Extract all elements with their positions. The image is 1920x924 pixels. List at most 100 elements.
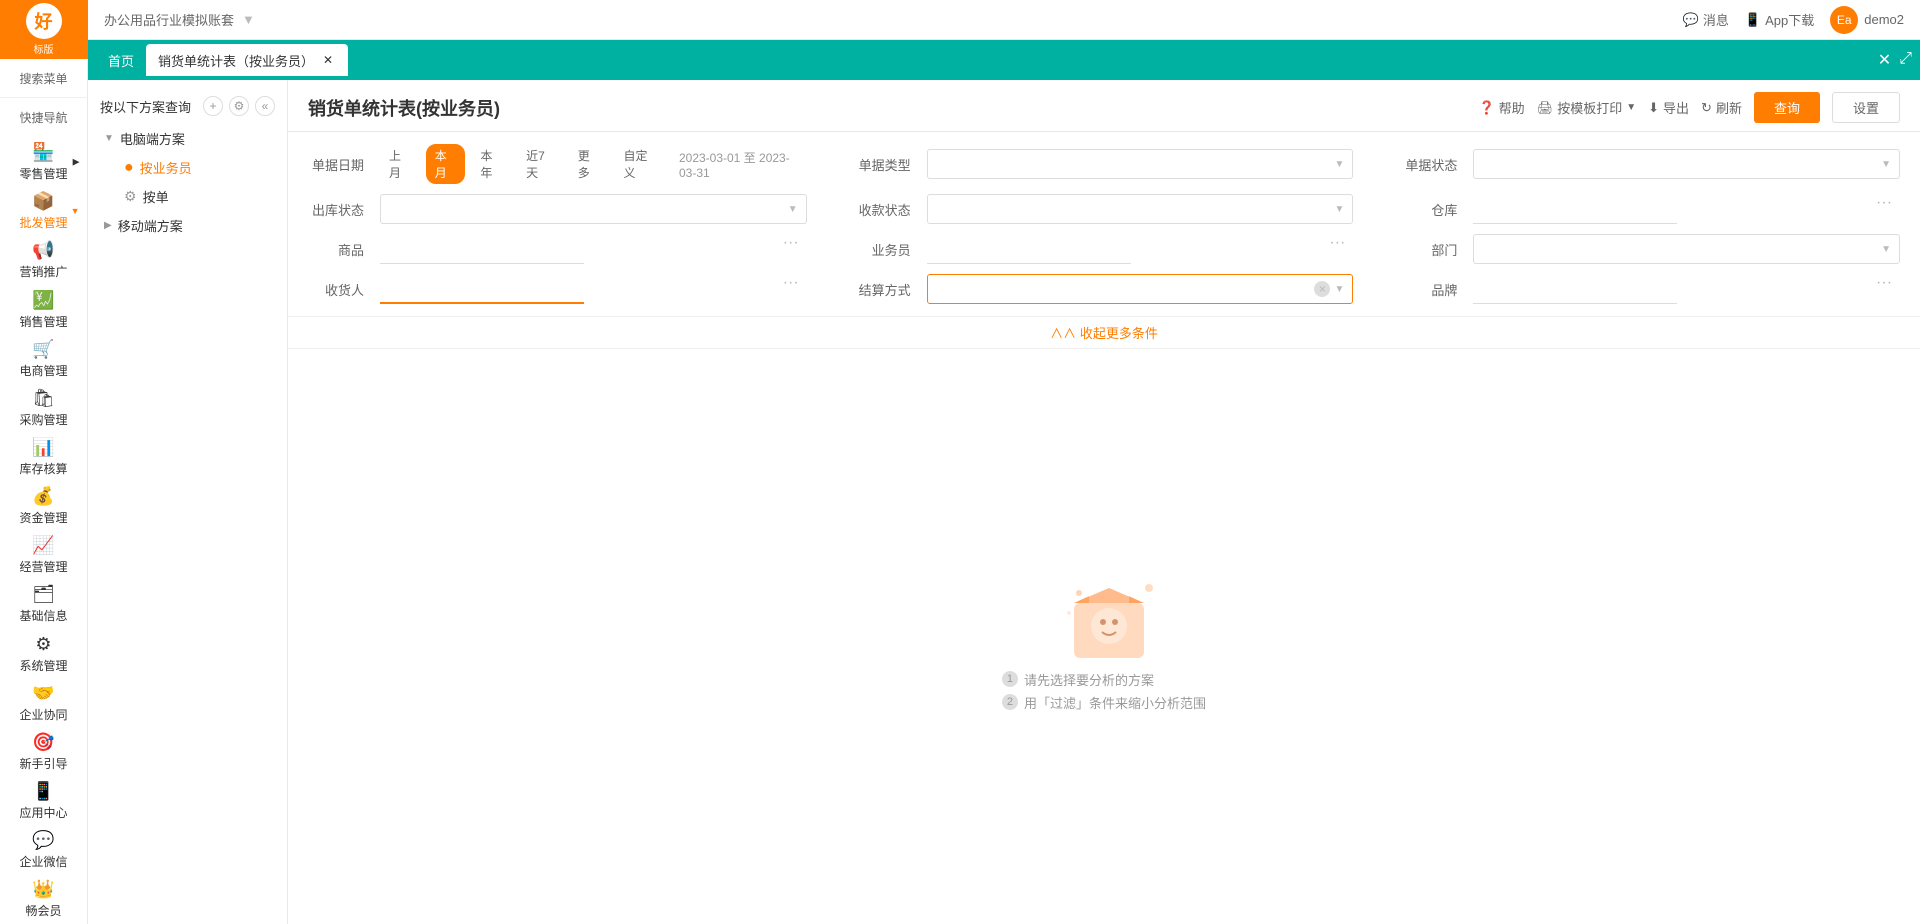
sidebar-item-label: 企业协同 (19, 706, 67, 723)
date-this-month[interactable]: 本月 (426, 144, 466, 184)
query-button[interactable]: 查询 (1754, 92, 1820, 123)
tree-by-salesperson[interactable]: ● 按业务员 (116, 153, 287, 182)
search-menu[interactable]: 搜索菜单 (0, 59, 88, 98)
chevron-right-icon: ▶ (73, 157, 80, 168)
payment-status-label: 收款状态 (855, 200, 911, 219)
doc-status-select[interactable]: ▼ (1473, 149, 1900, 179)
left-panel-title: 按以下方案查询 + ⚙ « (88, 92, 287, 120)
tree-mobile[interactable]: ▶ 移动端方案 (88, 211, 287, 240)
help-btn[interactable]: ❓ 帮助 (1478, 98, 1524, 117)
page-body: 按以下方案查询 + ⚙ « ▼ 电脑端方案 ● 按业务员 (88, 80, 1920, 924)
date-control: 上月 本月 本年 近7天 更多 自定义 2023-03-01 至 2023-03… (380, 144, 807, 184)
tree-desktop-children: ● 按业务员 ⚙ 按单 (88, 153, 287, 211)
tab-sales-stat[interactable]: 销货单统计表（按业务员） ✕ (146, 44, 348, 76)
sidebar-item-marketing[interactable]: 📢 营销推广 (0, 236, 88, 285)
sidebar-item-wholesale[interactable]: 📦 批发管理 ▼ (0, 187, 88, 236)
page-title: 销货单统计表(按业务员) (308, 95, 500, 121)
department-select[interactable]: ▼ (1473, 234, 1900, 264)
ecommerce-icon: 🛒 (32, 339, 54, 360)
sidebar-item-ecommerce[interactable]: 🛒 电商管理 (0, 334, 88, 383)
consignee-dots-icon[interactable]: ··· (783, 274, 799, 292)
salesperson-dots-icon[interactable]: ··· (1329, 234, 1345, 252)
collapse-panel-btn[interactable]: « (255, 96, 275, 116)
close-all-tabs-icon[interactable]: ✕ (1878, 50, 1891, 70)
warehouse-label: 仓库 (1401, 200, 1457, 219)
payment-status-select[interactable]: ▼ (927, 194, 1354, 224)
out-status-select[interactable]: ▼ (380, 194, 807, 224)
date-last-7[interactable]: 近7天 (517, 144, 563, 184)
tree-by-order[interactable]: ⚙ 按单 (116, 182, 287, 211)
empty-svg (1054, 558, 1164, 668)
date-last-month[interactable]: 上月 (380, 144, 420, 184)
sidebar-item-member[interactable]: 👑 畅会员 (0, 875, 88, 924)
department-label: 部门 (1401, 240, 1457, 259)
setting-icon: ⚙ (124, 188, 137, 205)
add-scheme-btn[interactable]: + (203, 96, 223, 116)
warehouse-dots-icon[interactable]: ··· (1876, 194, 1892, 212)
finance-icon: 💰 (32, 486, 54, 507)
collapse-more-btn[interactable]: ∧∧ 收起更多条件 (288, 317, 1920, 349)
expand-icon[interactable]: ⤢ (1899, 50, 1912, 70)
sidebar-item-system[interactable]: ⚙ 系统管理 (0, 629, 88, 678)
date-custom[interactable]: 自定义 (614, 144, 665, 184)
print-btn[interactable]: 🖨 按模板打印 ▼ (1537, 98, 1636, 117)
refresh-btn[interactable]: ↻ 刷新 (1701, 98, 1742, 117)
user-area[interactable]: Ea demo2 (1830, 6, 1904, 34)
consignee-control: ··· (380, 274, 807, 304)
setting-scheme-btn[interactable]: ⚙ (229, 96, 249, 116)
breadcrumb-expand-icon[interactable]: ▼ (242, 12, 255, 27)
reset-button[interactable]: 设置 (1832, 92, 1900, 123)
consignee-input[interactable] (380, 274, 584, 304)
app-download-btn[interactable]: 📱 App下载 (1745, 10, 1814, 29)
search-menu-label: 搜索菜单 (19, 70, 67, 87)
sidebar-item-label: 基础信息 (19, 607, 67, 624)
warehouse-input[interactable] (1473, 194, 1677, 224)
warehouse-control: ··· (1473, 194, 1900, 224)
product-dots-icon[interactable]: ··· (783, 234, 799, 252)
sidebar-item-retail[interactable]: 🏪 零售管理 ▶ (0, 138, 88, 187)
refresh-icon: ↻ (1701, 100, 1712, 116)
doc-type-select[interactable]: ▼ (927, 149, 1354, 179)
basic-icon: 🗂 (32, 584, 55, 605)
close-tab-icon[interactable]: ✕ (320, 52, 336, 68)
settlement-select[interactable]: × ▼ (927, 274, 1354, 304)
settlement-clear-btn[interactable]: × (1314, 281, 1330, 297)
sidebar-item-purchase[interactable]: 🛍 采购管理 (0, 383, 88, 432)
sidebar-item-apps[interactable]: 📱 应用中心 (0, 776, 88, 825)
sidebar-item-operation[interactable]: 📈 经营管理 (0, 531, 88, 580)
sidebar-item-sales[interactable]: 💹 销售管理 (0, 285, 88, 334)
quick-nav[interactable]: 快捷导航 (0, 98, 88, 137)
date-this-year[interactable]: 本年 (471, 144, 511, 184)
date-more[interactable]: 更多 (569, 144, 609, 184)
export-btn[interactable]: ⬇ 导出 (1648, 98, 1689, 117)
print-icon: 🖨 (1537, 100, 1554, 116)
out-status-arrow: ▼ (788, 204, 798, 215)
sidebar-item-inventory[interactable]: 📊 库存核算 (0, 432, 88, 481)
product-input[interactable] (380, 234, 584, 264)
app-logo: 好 标版 (0, 0, 88, 59)
collab-icon: 🤝 (32, 683, 54, 704)
sidebar-item-basic[interactable]: 🗂 基础信息 (0, 580, 88, 629)
sidebar-item-label: 应用中心 (19, 804, 67, 821)
sidebar-item-label: 采购管理 (19, 411, 67, 428)
sidebar-item-newbie[interactable]: 🎯 新手引导 (0, 727, 88, 776)
sidebar-item-label: 库存核算 (19, 460, 67, 477)
salesperson-input[interactable] (927, 234, 1131, 264)
sidebar-item-collab[interactable]: 🤝 企业协同 (0, 678, 88, 727)
sidebar-item-finance[interactable]: 💰 资金管理 (0, 482, 88, 531)
brand-dots-icon[interactable]: ··· (1876, 274, 1892, 292)
tab-home[interactable]: 首页 (96, 44, 146, 76)
out-status-label: 出库状态 (308, 200, 364, 219)
message-btn[interactable]: 💬 消息 (1683, 10, 1729, 29)
brand-input[interactable] (1473, 274, 1677, 304)
active-scheme-icon: ● (124, 159, 134, 177)
sidebar-item-wechat[interactable]: 💬 企业微信 (0, 826, 88, 875)
expand-right-icon: ▶ (104, 220, 112, 231)
sidebar-item-label: 畅会员 (25, 902, 61, 919)
sidebar-item-label: 批发管理 (19, 214, 67, 231)
product-control: ··· (380, 234, 807, 264)
wholesale-icon: 📦 (32, 191, 54, 212)
tree-desktop[interactable]: ▼ 电脑端方案 (88, 124, 287, 153)
doc-type-label: 单据类型 (855, 155, 911, 174)
member-icon: 👑 (32, 879, 54, 900)
